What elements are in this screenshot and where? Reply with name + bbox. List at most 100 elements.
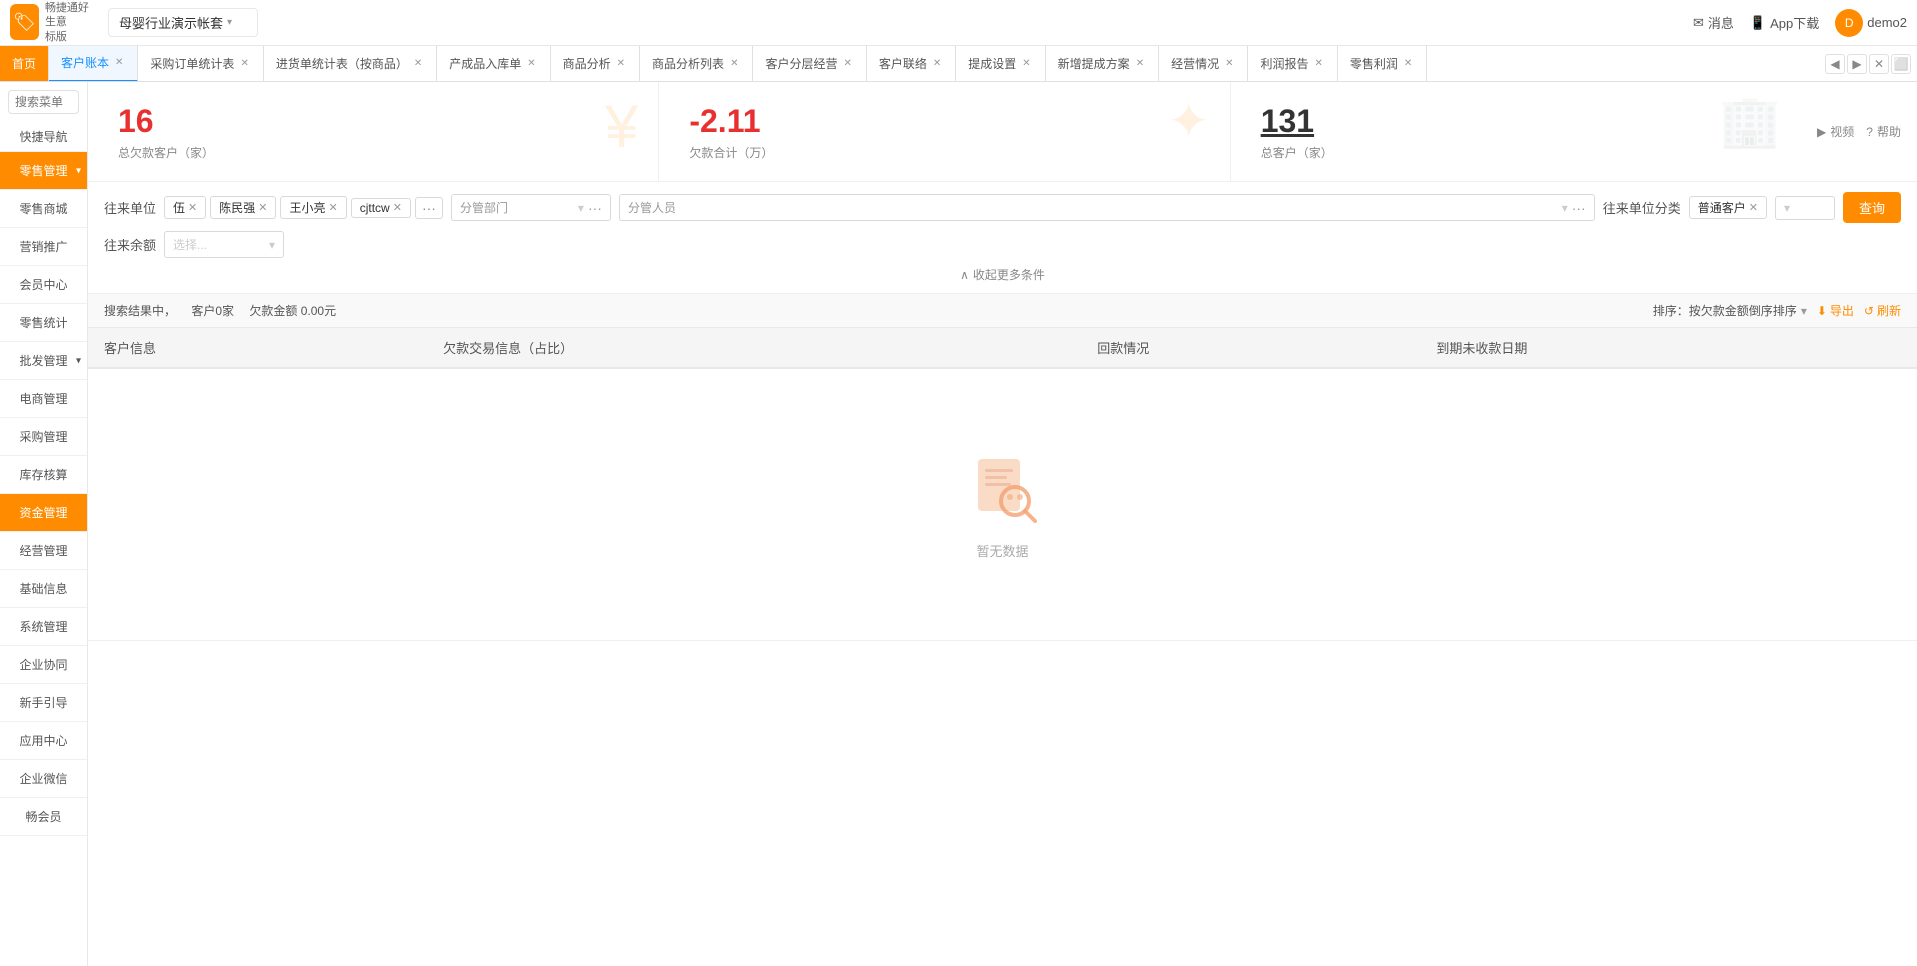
sidebar-item-marketing[interactable]: 营销推广 <box>0 228 87 266</box>
tab-close-profit[interactable]: ✕ <box>1313 58 1325 69</box>
tab-home[interactable]: 首页 <box>0 46 49 82</box>
summary-card-credit-customers: ¥ 16 总欠款客户（家） <box>88 82 659 181</box>
tab-customer-contact[interactable]: 客户联络 ✕ <box>867 46 956 82</box>
help-button[interactable]: ? 帮助 <box>1866 123 1901 140</box>
tab-prev-button[interactable]: ◀ <box>1825 54 1845 74</box>
tab-close-purchase[interactable]: ✕ <box>238 58 250 69</box>
video-help-area: ▶ 视频 ? 帮助 <box>1801 82 1917 181</box>
sidebar-item-new-guide[interactable]: 新手引导 <box>0 684 87 722</box>
sidebar-item-retail-mall[interactable]: 零售商城 <box>0 190 87 228</box>
tag-close-wang[interactable]: ✕ <box>329 201 338 214</box>
balance-select[interactable]: 选择... ▾ <box>164 231 284 258</box>
dept-arrow: ▾ <box>578 201 584 215</box>
user-menu[interactable]: D demo2 <box>1835 9 1907 37</box>
sidebar-item-retail-mgmt[interactable]: 零售管理 <box>0 152 87 190</box>
sidebar-item-enterprise-wechat[interactable]: 企业微信 <box>0 760 87 798</box>
sidebar-item-system-mgmt[interactable]: 系统管理 <box>0 608 87 646</box>
unit-tag-cjttcw[interactable]: cjttcw ✕ <box>351 198 411 218</box>
tab-close-all-button[interactable]: ✕ <box>1869 54 1889 74</box>
empty-row: 暂无数据 <box>88 368 1917 641</box>
sidebar-item-finance[interactable]: 资金管理 <box>0 494 87 532</box>
sidebar-item-member-center[interactable]: 会员中心 <box>0 266 87 304</box>
tab-goods-analysis[interactable]: 商品分析 ✕ <box>551 46 640 82</box>
unit-class-label: 往来单位分类 <box>1603 198 1681 217</box>
person-arrow: ▾ <box>1562 201 1568 215</box>
tab-retail-profit[interactable]: 零售利润 ✕ <box>1338 46 1427 82</box>
tab-goods-analysis-list[interactable]: 商品分析列表 ✕ <box>640 46 753 82</box>
tab-profit-report[interactable]: 利润报告 ✕ <box>1248 46 1337 82</box>
tab-business[interactable]: 经营情况 ✕ <box>1159 46 1248 82</box>
export-button[interactable]: ⬇ 导出 <box>1817 302 1854 319</box>
collapse-button[interactable]: ∧ 收起更多条件 <box>960 266 1045 283</box>
tab-close-segment[interactable]: ✕ <box>841 58 853 69</box>
balance-label: 往来余额 <box>104 235 156 254</box>
tab-close-new-promo[interactable]: ✕ <box>1134 58 1146 69</box>
tab-instock-stat[interactable]: 进货单统计表（按商品） ✕ <box>264 46 437 82</box>
tab-next-button[interactable]: ▶ <box>1847 54 1867 74</box>
col-due-date: 到期未收款日期 <box>1420 328 1917 368</box>
sidebar-item-inventory[interactable]: 库存核算 <box>0 456 87 494</box>
person-dots[interactable]: ··· <box>1572 200 1586 216</box>
dept-dots[interactable]: ··· <box>588 200 602 216</box>
tag-close-cjttcw[interactable]: ✕ <box>393 201 402 214</box>
sidebar-item-app-center[interactable]: 应用中心 <box>0 722 87 760</box>
credit-amount-result: 欠款金额 0.00元 <box>249 304 336 318</box>
tab-close-contact[interactable]: ✕ <box>931 58 943 69</box>
tab-purchase-order[interactable]: 采购订单统计表 ✕ <box>138 46 263 82</box>
tab-bar: 首页 客户账本 ✕ 采购订单统计表 ✕ 进货单统计表（按商品） ✕ 产成品入库单… <box>0 46 1917 82</box>
video-button[interactable]: ▶ 视频 <box>1817 123 1854 140</box>
query-button[interactable]: 查询 <box>1843 192 1901 223</box>
sidebar-item-retail-stats[interactable]: 零售统计 <box>0 304 87 342</box>
table-body: 暂无数据 <box>88 368 1917 641</box>
person-filter-select[interactable]: 分管人员 ▾ ··· <box>619 194 1595 221</box>
tag-close-chen[interactable]: ✕ <box>258 201 267 214</box>
app-download-button[interactable]: 📱 App下载 <box>1750 13 1819 32</box>
sidebar-item-ecommerce[interactable]: 电商管理 <box>0 380 87 418</box>
sidebar-quick-nav[interactable]: 快捷导航 <box>0 122 87 152</box>
unit-tag-wu[interactable]: 伍 ✕ <box>164 196 206 219</box>
tab-close-customer-book[interactable]: ✕ <box>113 57 125 68</box>
tab-close-biz[interactable]: ✕ <box>1223 58 1235 69</box>
tab-close-goods-list[interactable]: ✕ <box>728 58 740 69</box>
unit-class-select[interactable]: ▾ <box>1775 196 1835 220</box>
col-customer-info: 客户信息 <box>88 328 427 368</box>
sidebar-nav: 零售管理 零售商城 营销推广 会员中心 零售统计 批发管理 电商管理 采购管理 … <box>0 152 87 836</box>
tag-close-wu[interactable]: ✕ <box>188 201 197 214</box>
tab-close-promo-set[interactable]: ✕ <box>1020 58 1032 69</box>
summary-bg-icon-2: ✦ <box>1168 92 1210 150</box>
top-bar: 🏷 畅捷通好生意 标版 母婴行业演示帐套 ▾ ✉ 消息 📱 App下载 D de… <box>0 0 1917 46</box>
tab-customer-book[interactable]: 客户账本 ✕ <box>49 46 138 82</box>
sidebar-item-purchase-mgmt[interactable]: 采购管理 <box>0 418 87 456</box>
empty-cell: 暂无数据 <box>88 368 1917 641</box>
tab-close-cost[interactable]: ✕ <box>525 58 537 69</box>
tab-close-instock[interactable]: ✕ <box>412 58 424 69</box>
sidebar-search-area <box>0 82 87 122</box>
unit-tag-wang[interactable]: 王小亮 ✕ <box>280 196 346 219</box>
dept-filter-select[interactable]: 分管部门 ▾ ··· <box>451 194 611 221</box>
search-input[interactable] <box>8 90 79 114</box>
sort-selector[interactable]: 排序：按欠款金额倒序排序 ▾ <box>1653 302 1807 319</box>
tab-promotion-settings[interactable]: 提成设置 ✕ <box>956 46 1045 82</box>
message-button[interactable]: ✉ 消息 <box>1693 13 1734 32</box>
credit-customers-value: 16 <box>118 102 154 140</box>
tab-expand-button[interactable]: ⬜ <box>1891 54 1911 74</box>
sidebar-item-base-info[interactable]: 基础信息 <box>0 570 87 608</box>
sidebar-item-operations[interactable]: 经营管理 <box>0 532 87 570</box>
export-icon: ⬇ <box>1817 304 1827 318</box>
unit-filter-more[interactable]: ··· <box>415 197 443 219</box>
sidebar-item-vip-member[interactable]: 畅会员 <box>0 798 87 836</box>
sidebar-item-enterprise-collab[interactable]: 企业协同 <box>0 646 87 684</box>
refresh-button[interactable]: ↺ 刷新 <box>1864 302 1901 319</box>
tab-close-retail[interactable]: ✕ <box>1402 58 1414 69</box>
table-header-row: 客户信息 欠款交易信息（占比） 回款情况 到期未收款日期 <box>88 328 1917 368</box>
unit-class-tag-normal[interactable]: 普通客户 ✕ <box>1689 196 1767 219</box>
tab-cost-instock[interactable]: 产成品入库单 ✕ <box>437 46 550 82</box>
sidebar-item-batch-mgmt[interactable]: 批发管理 <box>0 342 87 380</box>
tab-new-promotion[interactable]: 新增提成方案 ✕ <box>1046 46 1159 82</box>
workspace-selector[interactable]: 母婴行业演示帐套 ▾ <box>108 8 258 37</box>
tab-customer-segment[interactable]: 客户分层经营 ✕ <box>753 46 866 82</box>
credit-amount-label: 欠款合计（万） <box>689 144 773 161</box>
tab-close-goods[interactable]: ✕ <box>615 58 627 69</box>
unit-tag-chen[interactable]: 陈民强 ✕ <box>210 196 276 219</box>
tag-close-normal[interactable]: ✕ <box>1749 201 1758 214</box>
